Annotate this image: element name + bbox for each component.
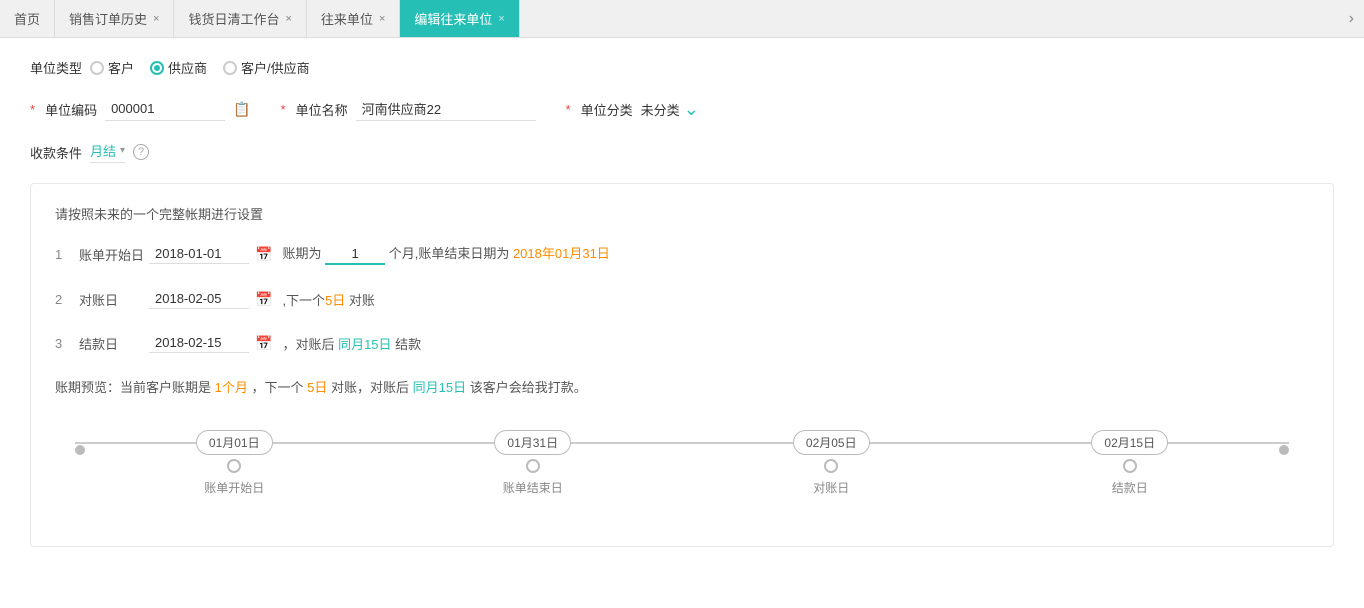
tab-cash-workbench[interactable]: 钱货日清工作台 × (174, 0, 306, 37)
period-row-3: 3 结款日 📅 ，对账后 同月15日 结款 (55, 333, 1309, 353)
tabs-bar: 首页 销售订单历史 × 钱货日清工作台 × 往来单位 × 编辑往来单位 × › (0, 0, 1364, 38)
period-num-2: 2 (55, 292, 79, 307)
timeline-sublabel-1: 账单开始日 (204, 479, 264, 496)
period-row-2: 2 对账日 📅 ,下一个5日 对账 (55, 289, 1309, 309)
timeline-circle-1 (227, 459, 241, 473)
payment-terms-label: 收款条件 (30, 143, 82, 162)
start-date-input[interactable] (149, 244, 249, 264)
unit-category-label: 单位分类 (581, 100, 633, 119)
unit-name-input[interactable] (356, 97, 536, 121)
period-label-2: 对账日 (79, 290, 149, 309)
unit-name-label: 单位名称 (296, 100, 348, 119)
timeline-sublabel-4: 结款日 (1112, 479, 1148, 496)
period-num-3: 3 (55, 336, 79, 351)
timeline-node-2: 01月31日 账单结束日 (384, 430, 683, 496)
timeline: 01月01日 账单开始日 01月31日 账单结束日 02月05日 (55, 420, 1309, 526)
timeline-badge-1: 01月01日 (196, 430, 273, 455)
unit-type-label: 单位类型 (30, 58, 82, 77)
reconcile-day-highlight: 5日 (325, 293, 345, 308)
period-num-1: 1 (55, 247, 79, 262)
tab-close-sales[interactable]: × (153, 13, 159, 25)
preview-payment-highlight: 同月15日 (413, 380, 466, 395)
payment-date-input[interactable] (149, 333, 249, 353)
unit-type-group: 单位类型 客户 供应商 客户/供应商 (30, 58, 310, 77)
timeline-sublabel-2: 账单结束日 (503, 479, 563, 496)
tab-close-partner[interactable]: × (379, 13, 385, 25)
unit-code-label: 单位编码 (45, 100, 97, 119)
radio-circle-supplier (150, 61, 164, 75)
unit-category-group: * 单位分类 未分类 ⌄ (566, 99, 699, 120)
start-dot (75, 445, 85, 455)
timeline-circle-2 (526, 459, 540, 473)
unit-code-group: * 单位编码 📋 (30, 97, 251, 121)
tab-home[interactable]: 首页 (0, 0, 55, 37)
timeline-node-3: 02月05日 对账日 (682, 430, 981, 496)
radio-circle-both (223, 61, 237, 75)
payment-terms-group: 收款条件 月结 ▾ ? (30, 141, 149, 163)
unit-code-input[interactable] (105, 97, 225, 121)
copy-icon[interactable]: 📋 (233, 101, 250, 118)
period-card: 请按照未来的一个完整帐期进行设置 1 账单开始日 📅 账期为 个月,账单结束日期… (30, 183, 1334, 547)
radio-both[interactable]: 客户/供应商 (223, 58, 310, 77)
unit-info-row: * 单位编码 📋 * 单位名称 * 单位分类 未分类 ⌄ (30, 97, 1334, 121)
period-desc-2: ,下一个5日 对账 (282, 290, 375, 309)
radio-supplier[interactable]: 供应商 (150, 58, 207, 77)
timeline-node-4: 02月15日 结款日 (981, 430, 1280, 496)
payment-terms-row: 收款条件 月结 ▾ ? (30, 141, 1334, 163)
unit-name-group: * 单位名称 (281, 97, 536, 121)
radio-label-both: 客户/供应商 (241, 58, 310, 77)
unit-category-select[interactable]: 未分类 ⌄ (641, 99, 699, 120)
timeline-circle-3 (824, 459, 838, 473)
unit-category-value: 未分类 (641, 100, 680, 119)
radio-customer[interactable]: 客户 (90, 58, 134, 77)
timeline-nodes: 01月01日 账单开始日 01月31日 账单结束日 02月05日 (75, 430, 1289, 496)
radio-label-customer: 客户 (108, 58, 134, 77)
timeline-circle-4 (1123, 459, 1137, 473)
timeline-sublabel-3: 对账日 (813, 479, 849, 496)
period-desc-1: 账期为 个月,账单结束日期为 2018年01月31日 (282, 243, 609, 265)
payment-day-highlight: 同月15日 (338, 337, 391, 352)
radio-label-supplier: 供应商 (168, 58, 207, 77)
reconcile-date-calendar-icon[interactable]: 📅 (255, 291, 272, 308)
payment-terms-chevron: ▾ (120, 145, 125, 156)
payment-date-calendar-icon[interactable]: 📅 (255, 335, 272, 352)
timeline-badge-3: 02月05日 (793, 430, 870, 455)
unit-type-row: 单位类型 客户 供应商 客户/供应商 (30, 58, 1334, 77)
start-date-calendar-icon[interactable]: 📅 (255, 246, 272, 263)
period-row-1: 1 账单开始日 📅 账期为 个月,账单结束日期为 2018年01月31日 (55, 243, 1309, 265)
unit-name-star: * (281, 102, 286, 117)
tab-partner-units[interactable]: 往来单位 × (307, 0, 400, 37)
period-label-1: 账单开始日 (79, 245, 149, 264)
chevron-down-icon: ⌄ (684, 99, 699, 120)
card-title: 请按照未来的一个完整帐期进行设置 (55, 204, 1309, 223)
timeline-start-dot (75, 445, 85, 455)
payment-terms-select[interactable]: 月结 ▾ (90, 141, 125, 163)
preview-text: 账期预览：当前客户账期是 1个月 ，下一个 5日 对账，对账后 同月15日 该客… (55, 377, 1309, 396)
bill-end-date-highlight: 2018年01月31日 (513, 246, 610, 261)
preview-period-highlight: 1个月 (215, 380, 248, 395)
radio-group: 客户 供应商 客户/供应商 (90, 58, 310, 77)
main-content: 单位类型 客户 供应商 客户/供应商 * 单位编码 (0, 38, 1364, 608)
unit-code-star: * (30, 102, 35, 117)
timeline-badge-4: 02月15日 (1091, 430, 1168, 455)
radio-circle-customer (90, 61, 104, 75)
payment-terms-value: 月结 (90, 141, 116, 160)
tab-close-cash[interactable]: × (285, 13, 291, 25)
period-month-input[interactable] (325, 244, 385, 265)
tab-sales-history[interactable]: 销售订单历史 × (55, 0, 174, 37)
reconcile-date-input[interactable] (149, 289, 249, 309)
period-label-3: 结款日 (79, 334, 149, 353)
tab-edit-partner[interactable]: 编辑往来单位 × (400, 0, 519, 37)
unit-category-star: * (566, 102, 571, 117)
period-desc-3: ，对账后 同月15日 结款 (282, 334, 421, 353)
tab-more-button[interactable]: › (1339, 0, 1364, 37)
preview-reconcile-highlight: 5日 (307, 380, 327, 395)
timeline-node-1: 01月01日 账单开始日 (85, 430, 384, 496)
end-dot (1279, 445, 1289, 455)
timeline-badge-2: 01月31日 (494, 430, 571, 455)
help-icon[interactable]: ? (133, 144, 149, 160)
tab-close-edit[interactable]: × (498, 13, 504, 25)
timeline-end-dot (1279, 445, 1289, 455)
